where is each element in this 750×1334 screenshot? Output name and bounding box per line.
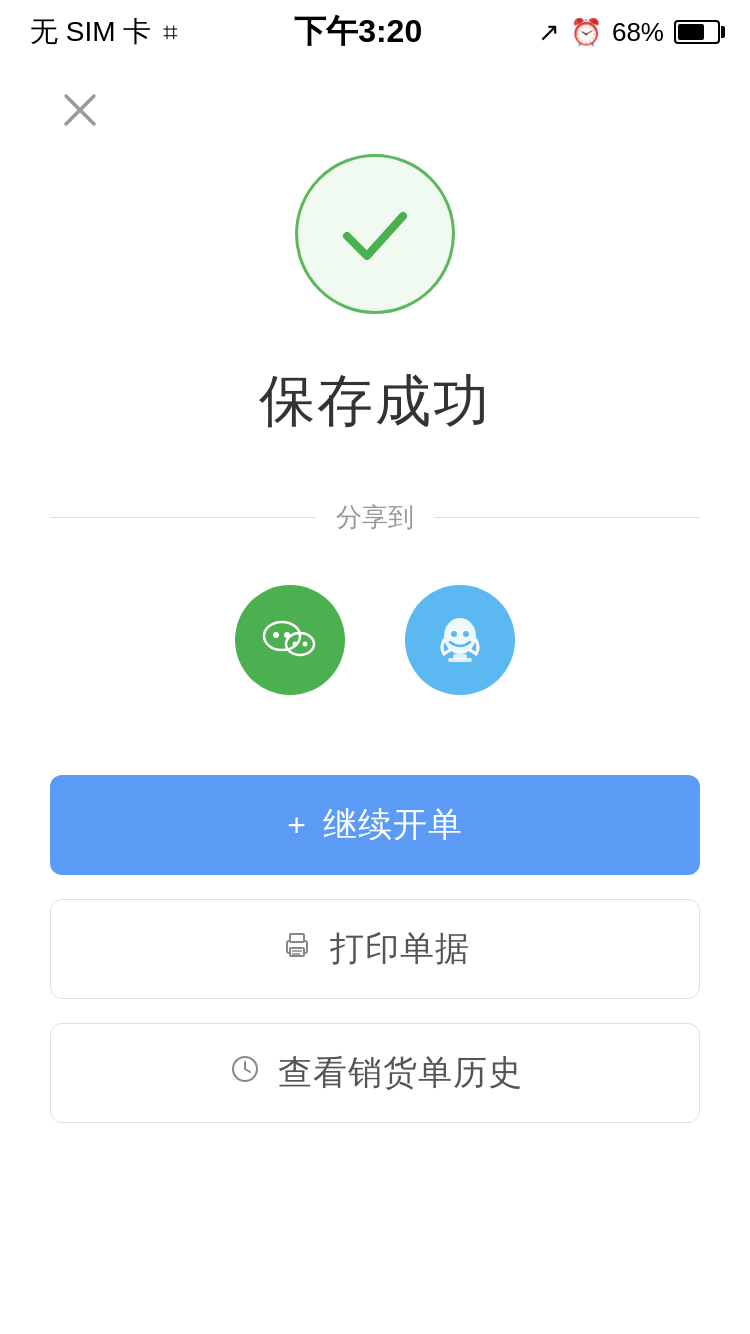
- close-button[interactable]: [50, 80, 110, 140]
- success-title: 保存成功: [259, 364, 491, 440]
- svg-rect-12: [448, 658, 472, 662]
- svg-point-7: [303, 642, 308, 647]
- qq-icon: [430, 610, 490, 670]
- status-bar: 无 SIM 卡 ⌗ 下午3:20 ↗ ⏰ 68%: [0, 0, 750, 64]
- history-label: 查看销货单历史: [278, 1050, 523, 1096]
- print-label: 打印单据: [330, 926, 470, 972]
- history-button[interactable]: 查看销货单历史: [50, 1023, 700, 1123]
- svg-rect-15: [290, 948, 304, 956]
- svg-point-6: [293, 642, 298, 647]
- status-time: 下午3:20: [294, 10, 422, 54]
- share-label: 分享到: [336, 500, 414, 535]
- share-divider: 分享到: [50, 500, 700, 535]
- svg-point-10: [463, 631, 469, 637]
- divider-line-right: [434, 517, 700, 518]
- close-icon: [62, 92, 98, 128]
- battery-icon: [674, 20, 720, 44]
- svg-point-3: [273, 632, 279, 638]
- success-circle: [295, 154, 455, 314]
- divider-line-left: [50, 517, 316, 518]
- wechat-share-button[interactable]: [235, 585, 345, 695]
- print-icon: [280, 928, 314, 970]
- checkmark-icon: [335, 194, 415, 274]
- status-left: 无 SIM 卡 ⌗: [30, 13, 178, 51]
- svg-point-8: [444, 618, 476, 654]
- continue-button[interactable]: + 继续开单: [50, 775, 700, 875]
- plus-icon: +: [287, 807, 307, 844]
- alarm-icon: ⏰: [570, 17, 602, 48]
- print-button[interactable]: 打印单据: [50, 899, 700, 999]
- svg-point-9: [451, 631, 457, 637]
- main-content: 保存成功 分享到: [0, 64, 750, 1123]
- status-right: ↗ ⏰ 68%: [538, 17, 720, 48]
- carrier-text: 无 SIM 卡: [30, 13, 151, 51]
- history-icon: [228, 1052, 262, 1094]
- share-icons: [235, 585, 515, 695]
- svg-rect-14: [290, 934, 304, 942]
- qq-share-button[interactable]: [405, 585, 515, 695]
- action-buttons: + 继续开单 打印单据: [50, 775, 700, 1123]
- wechat-icon: [258, 608, 322, 672]
- location-icon: ↗: [538, 17, 560, 48]
- continue-label: 继续开单: [323, 802, 463, 848]
- wifi-icon: ⌗: [163, 17, 178, 48]
- battery-text: 68%: [612, 17, 664, 48]
